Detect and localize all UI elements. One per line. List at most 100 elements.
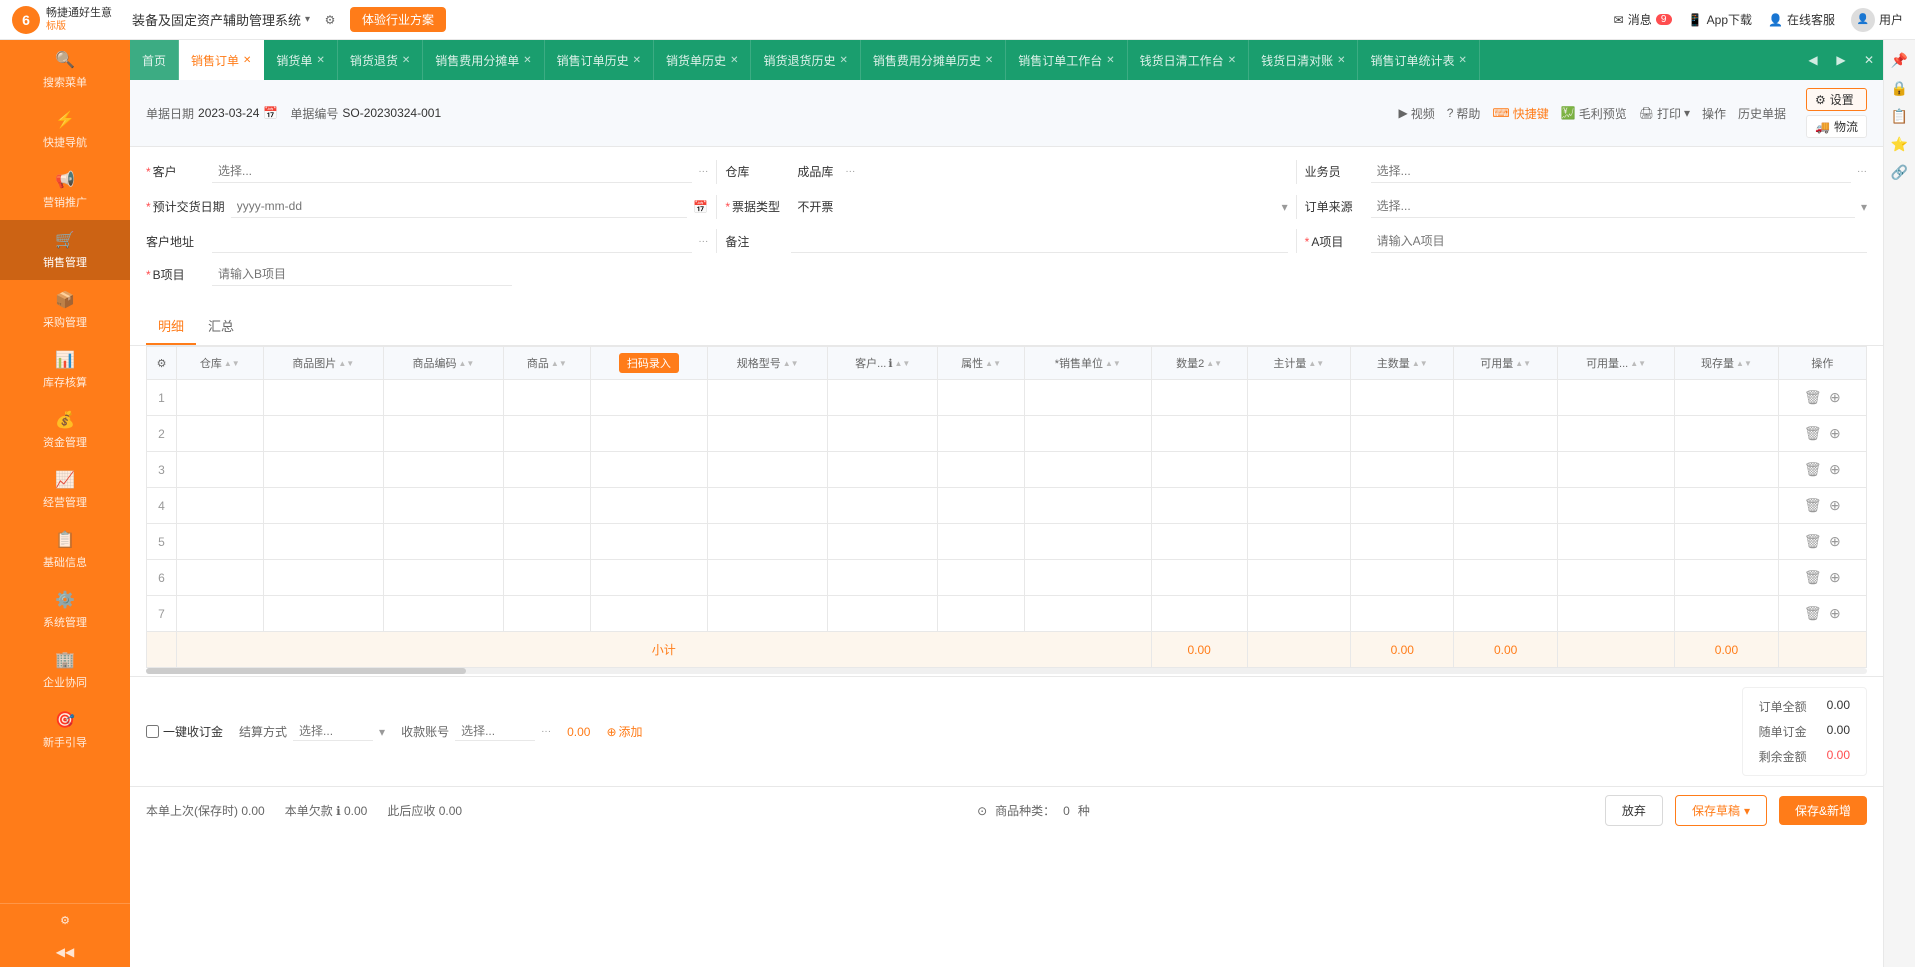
right-btn-4[interactable]: ⭐ [1888, 132, 1912, 156]
row-3-attribute[interactable] [938, 452, 1025, 488]
row-6-avail[interactable] [1454, 560, 1557, 596]
customer-input[interactable] [212, 160, 692, 183]
sidebar-item-system[interactable]: ⚙️ 系统管理 [0, 580, 130, 640]
row-4-product[interactable] [504, 488, 591, 524]
row-4-avail-more[interactable] [1557, 488, 1674, 524]
history-action[interactable]: 历史单据 [1738, 105, 1786, 122]
shortcut-action[interactable]: ⌨ 快捷键 [1492, 105, 1548, 122]
row-7-delete-btn[interactable]: 🗑 [1804, 605, 1822, 621]
th-scan[interactable]: 扫码录入 [590, 347, 707, 380]
row-5-avail[interactable] [1454, 524, 1557, 560]
row-2-image[interactable] [263, 416, 383, 452]
row-1-main-unit[interactable] [1247, 380, 1350, 416]
row-6-stock[interactable] [1675, 560, 1778, 596]
row-7-unit[interactable] [1024, 596, 1151, 632]
profit-action[interactable]: 💹 毛利预览 [1561, 105, 1627, 122]
row-4-avail[interactable] [1454, 488, 1557, 524]
sidebar-item-basic[interactable]: 📋 基础信息 [0, 520, 130, 580]
tab-close-expense[interactable]: ✕ [523, 55, 531, 66]
row-3-spec[interactable] [708, 452, 828, 488]
sidebar-item-inventory[interactable]: 📊 库存核算 [0, 340, 130, 400]
row-3-image[interactable] [263, 452, 383, 488]
row-6-avail-more[interactable] [1557, 560, 1674, 596]
user-item[interactable]: 👤 用户 [1851, 8, 1903, 32]
tab-expense-split[interactable]: 销售费用分摊单 ✕ [423, 40, 544, 80]
row-5-image[interactable] [263, 524, 383, 560]
row-4-main-unit[interactable] [1247, 488, 1350, 524]
row-5-unit[interactable] [1024, 524, 1151, 560]
add-button[interactable]: ⊕ 添加 [606, 723, 642, 740]
row-2-copy-btn[interactable]: ⊕ [1829, 425, 1841, 441]
row-7-avail[interactable] [1454, 596, 1557, 632]
a-project-input[interactable] [1371, 230, 1867, 253]
row-5-delete-btn[interactable]: 🗑 [1804, 533, 1822, 549]
th-settings[interactable]: ⚙ [147, 347, 177, 380]
row-6-product[interactable] [504, 560, 591, 596]
row-3-avail[interactable] [1454, 452, 1557, 488]
row-1-product[interactable] [504, 380, 591, 416]
row-1-unit[interactable] [1024, 380, 1151, 416]
row-4-delete-btn[interactable]: 🗑 [1804, 497, 1822, 513]
row-1-stock[interactable] [1675, 380, 1778, 416]
message-item[interactable]: ✉ 消息 9 [1614, 11, 1672, 28]
online-service-item[interactable]: 👤 在线客服 [1768, 11, 1835, 28]
tab-close-sales-order[interactable]: ✕ [243, 55, 251, 66]
row-2-attribute[interactable] [938, 416, 1025, 452]
sidebar-item-sales[interactable]: 🛒 销售管理 [0, 220, 130, 280]
tab-close-refund-history[interactable]: ✕ [839, 55, 847, 66]
discard-button[interactable]: 放弃 [1605, 795, 1663, 826]
customer-more-icon[interactable]: ··· [698, 166, 708, 177]
tab-sales-refund[interactable]: 销货退货 ✕ [338, 40, 423, 80]
row-1-warehouse[interactable] [177, 380, 264, 416]
row-5-product[interactable] [504, 524, 591, 560]
row-7-product[interactable] [504, 596, 591, 632]
row-4-unit[interactable] [1024, 488, 1151, 524]
th-product-image[interactable]: 商品图片 ▲▼ [263, 347, 383, 380]
salesperson-more-icon[interactable]: ··· [1857, 166, 1867, 177]
tab-sales-order[interactable]: 销售订单 ✕ [179, 40, 264, 80]
print-action[interactable]: 🖨 打印 ▾ [1639, 105, 1690, 122]
tab-return-history[interactable]: 销货单历史 ✕ [654, 40, 751, 80]
sidebar-item-search[interactable]: 🔍 搜索菜单 [0, 40, 130, 100]
th-warehouse[interactable]: 仓库 ▲▼ [177, 347, 264, 380]
row-3-customer-code[interactable] [828, 452, 938, 488]
row-1-customer-code[interactable] [828, 380, 938, 416]
receipt-more-icon[interactable]: ··· [541, 726, 551, 737]
scroll-thumb[interactable] [146, 668, 466, 674]
delivery-calendar-icon[interactable]: 📅 [693, 200, 708, 214]
row-7-spec[interactable] [708, 596, 828, 632]
row-7-main-unit[interactable] [1247, 596, 1350, 632]
row-6-spec[interactable] [708, 560, 828, 596]
row-5-copy-btn[interactable]: ⊕ [1829, 533, 1841, 549]
row-4-spec[interactable] [708, 488, 828, 524]
sidebar-item-purchase[interactable]: 📦 采购管理 [0, 280, 130, 340]
th-available-qty[interactable]: 可用量 ▲▼ [1454, 347, 1557, 380]
tab-close-expense-history[interactable]: ✕ [985, 55, 993, 66]
row-2-qty2[interactable] [1151, 416, 1247, 452]
row-6-code[interactable] [383, 560, 503, 596]
th-sales-unit[interactable]: *销售单位 ▲▼ [1024, 347, 1151, 380]
row-3-avail-more[interactable] [1557, 452, 1674, 488]
payment-dropdown-icon[interactable]: ▾ [379, 725, 385, 739]
tab-cash-reconcile[interactable]: 钱货日清对账 ✕ [1249, 40, 1358, 80]
row-1-attribute[interactable] [938, 380, 1025, 416]
address-input[interactable] [212, 230, 692, 253]
remarks-input[interactable] [791, 230, 1287, 253]
warehouse-value[interactable]: 成品库 [791, 159, 839, 184]
right-btn-3[interactable]: 📋 [1888, 104, 1912, 128]
row-2-avail[interactable] [1454, 416, 1557, 452]
sidebar-item-enterprise[interactable]: 🏢 企业协同 [0, 640, 130, 700]
order-source-dropdown-icon[interactable]: ▾ [1861, 200, 1867, 214]
nav-prev-btn[interactable]: ◀ [1799, 40, 1827, 80]
row-3-main-unit[interactable] [1247, 452, 1350, 488]
row-1-code[interactable] [383, 380, 503, 416]
th-quantity2[interactable]: 数量2 ▲▼ [1151, 347, 1247, 380]
invoice-dropdown-icon[interactable]: ▾ [1282, 200, 1288, 214]
row-2-customer-code[interactable] [828, 416, 938, 452]
salesperson-input[interactable] [1371, 160, 1851, 183]
row-5-attribute[interactable] [938, 524, 1025, 560]
row-6-main-qty[interactable] [1351, 560, 1454, 596]
tab-summary[interactable]: 汇总 [196, 308, 246, 345]
tab-close-reconcile[interactable]: ✕ [1337, 55, 1345, 66]
right-btn-2[interactable]: 🔒 [1888, 76, 1912, 100]
